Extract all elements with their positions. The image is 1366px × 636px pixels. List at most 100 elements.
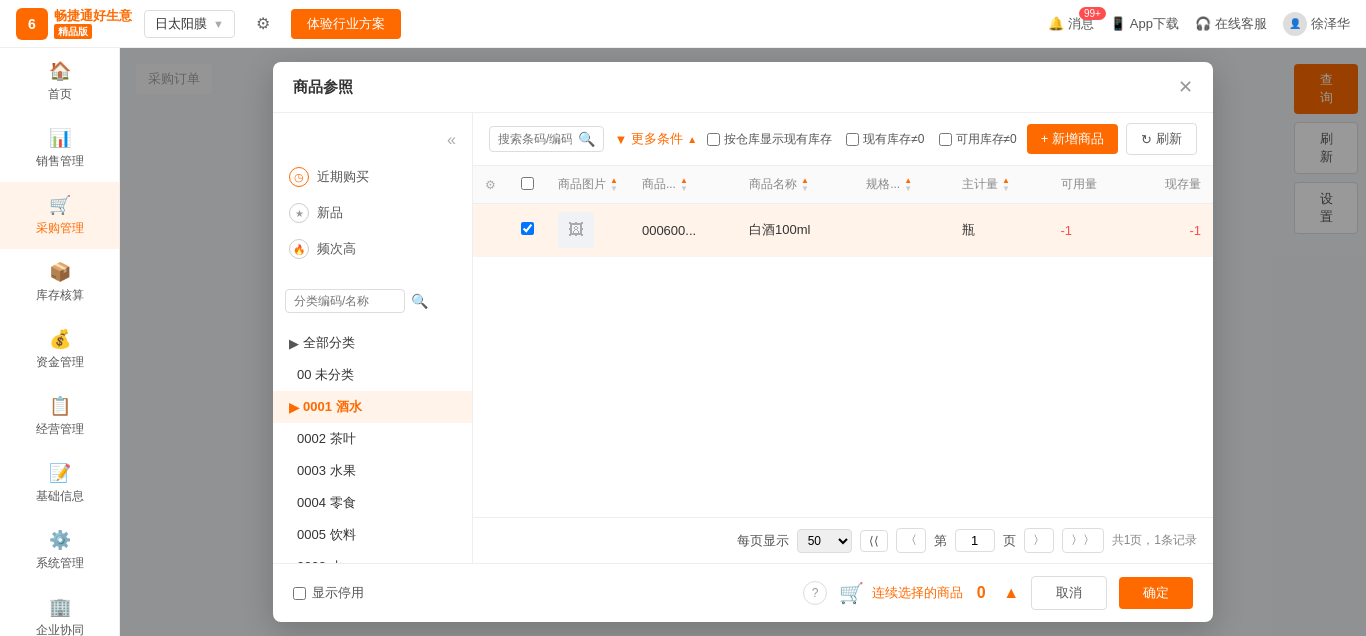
category-search-input[interactable] <box>285 289 405 313</box>
show-disabled-checkbox-label[interactable]: 显示停用 <box>293 584 364 602</box>
notif-badge: 99+ <box>1079 7 1106 20</box>
sort-arrows-unit: ▲▼ <box>1002 177 1010 193</box>
expand-icon: ▶ <box>289 336 299 351</box>
topbar: 6 畅捷通好生意 精品版 日太阳膜 ▼ ⚙ 体验行业方案 🔔 消息 99+ 📱 … <box>0 0 1366 48</box>
sidebar-item-finance[interactable]: 💰 资金管理 <box>0 316 119 383</box>
sidebar-item-inventory[interactable]: 📦 库存核算 <box>0 249 119 316</box>
row-select-checkbox[interactable] <box>521 222 534 235</box>
trial-btn[interactable]: 体验行业方案 <box>291 9 401 39</box>
sidebar-item-system[interactable]: ⚙️ 系统管理 <box>0 517 119 584</box>
row-stock: -1 <box>1131 204 1213 257</box>
download-icon: 📱 <box>1110 16 1126 31</box>
check-current-text: 现有库存≠0 <box>863 131 924 148</box>
first-page-btn[interactable]: ⟨⟨ <box>860 530 888 552</box>
notification-btn[interactable]: 🔔 消息 99+ <box>1048 15 1094 33</box>
th-code-label: 商品... <box>642 176 676 193</box>
purchase-icon: 🛒 <box>49 194 71 216</box>
left-nav-frequent[interactable]: 🔥 频次高 <box>273 231 472 267</box>
cart-area[interactable]: 🛒 连续选择的商品 0 <box>839 581 991 605</box>
category-0008[interactable]: 0008 水 <box>273 551 472 563</box>
left-nav-new-label: 新品 <box>317 204 343 222</box>
page-size-select[interactable]: 50 100 200 <box>797 529 852 553</box>
table-row[interactable]: 🖼 000600... 白酒100ml <box>473 204 1213 257</box>
sidebar-item-operation[interactable]: 📋 经营管理 <box>0 383 119 450</box>
th-name-label: 商品名称 <box>749 176 797 193</box>
logo-icon: 6 <box>16 8 48 40</box>
product-search-box: 🔍 <box>489 126 604 152</box>
category-0004[interactable]: 0004 零食 <box>273 487 472 519</box>
clock-icon: ◷ <box>294 171 304 184</box>
th-stock: 现存量 <box>1131 166 1213 204</box>
online-service-label: 在线客服 <box>1215 15 1267 33</box>
sidebar-item-home[interactable]: 🏠 首页 <box>0 48 119 115</box>
right-panel: 🔍 ▼ 更多条件 ▲ 按仓库显示现有库存 <box>473 113 1213 563</box>
sort-arrows-code: ▲▼ <box>680 177 688 193</box>
category-all[interactable]: ▶ 全部分类 <box>273 327 472 359</box>
check-available-label[interactable]: 可用库存≠0 <box>939 131 1017 148</box>
th-unit-label: 主计量 <box>962 176 998 193</box>
app-download-label: App下载 <box>1130 15 1179 33</box>
modal-close-btn[interactable]: ✕ <box>1178 76 1193 98</box>
image-placeholder: 🖼 <box>568 221 584 239</box>
store-selector[interactable]: 日太阳膜 ▼ <box>144 10 235 38</box>
product-search-input[interactable] <box>498 132 572 146</box>
left-nav-new[interactable]: ★ 新品 <box>273 195 472 231</box>
category-0003[interactable]: 0003 水果 <box>273 455 472 487</box>
next-page-btn[interactable]: 〉 <box>1024 528 1054 553</box>
content-area: 采购订单 查询 刷新 设置 商品参照 ✕ <box>120 48 1366 636</box>
more-filter-btn[interactable]: ▼ 更多条件 ▲ <box>614 130 697 148</box>
page-number-input[interactable] <box>955 529 995 552</box>
th-spec-label: 规格... <box>866 176 900 193</box>
prev-page-btn[interactable]: 〈 <box>896 528 926 553</box>
select-all-checkbox[interactable] <box>521 177 534 190</box>
check-available[interactable] <box>939 133 952 146</box>
category-0002[interactable]: 0002 茶叶 <box>273 423 472 455</box>
modal-overlay: 商品参照 ✕ « ◷ <box>120 48 1366 636</box>
app-download-btn[interactable]: 📱 App下载 <box>1110 15 1179 33</box>
filter-arrow: ▲ <box>687 134 697 145</box>
sidebar-item-sales[interactable]: 📊 销售管理 <box>0 115 119 182</box>
check-warehouse-label[interactable]: 按仓库显示现有库存 <box>707 131 832 148</box>
category-0005[interactable]: 0005 饮料 <box>273 519 472 551</box>
th-unit: 主计量 ▲▼ <box>950 166 1049 204</box>
th-settings[interactable]: ⚙ <box>473 166 509 204</box>
check-warehouse[interactable] <box>707 133 720 146</box>
settings-icon: ⚙ <box>485 178 496 192</box>
row-checkbox[interactable] <box>509 204 546 257</box>
cart-icon: 🛒 <box>839 581 864 605</box>
gear-button[interactable]: ⚙ <box>247 8 279 40</box>
row-available: -1 <box>1049 204 1131 257</box>
th-image-label: 商品图片 <box>558 176 606 193</box>
collapse-cart-btn[interactable]: ▲ <box>1003 584 1019 602</box>
last-page-btn[interactable]: 〉〉 <box>1062 528 1104 553</box>
filter-checkboxes: 按仓库显示现有库存 现有库存≠0 可用库存≠0 <box>707 131 1017 148</box>
category-0001[interactable]: ▶ 0001 酒水 <box>273 391 472 423</box>
filter-label: 更多条件 <box>631 130 683 148</box>
category-00[interactable]: 00 未分类 <box>273 359 472 391</box>
show-disabled-checkbox[interactable] <box>293 587 306 600</box>
left-nav-recent[interactable]: ◷ 近期购买 <box>273 159 472 195</box>
refresh-btn[interactable]: ↻ 刷新 <box>1126 123 1197 155</box>
confirm-btn[interactable]: 确定 <box>1119 577 1193 609</box>
check-current-label[interactable]: 现有库存≠0 <box>846 131 924 148</box>
enterprise-icon: 🏢 <box>49 596 71 618</box>
online-service-btn[interactable]: 🎧 在线客服 <box>1195 15 1267 33</box>
th-checkbox[interactable] <box>509 166 546 204</box>
sidebar-item-basic-info[interactable]: 📝 基础信息 <box>0 450 119 517</box>
sales-icon: 📊 <box>49 127 71 149</box>
brand-badge: 精品版 <box>54 24 92 39</box>
cancel-btn[interactable]: 取消 <box>1031 576 1107 610</box>
user-avatar[interactable]: 👤 徐泽华 <box>1283 12 1350 36</box>
check-current[interactable] <box>846 133 859 146</box>
collapse-left-btn[interactable]: « <box>439 125 464 155</box>
category-search-icon[interactable]: 🔍 <box>411 293 428 309</box>
app-logo: 6 畅捷通好生意 精品版 <box>16 8 132 40</box>
search-icon[interactable]: 🔍 <box>578 131 595 147</box>
page-total-info: 共1页，1条记录 <box>1112 532 1197 549</box>
add-product-btn[interactable]: + 新增商品 <box>1027 124 1118 154</box>
sidebar-item-purchase[interactable]: 🛒 采购管理 <box>0 182 119 249</box>
sidebar-item-enterprise[interactable]: 🏢 企业协同 <box>0 584 119 636</box>
refresh-icon: ↻ <box>1141 132 1152 147</box>
product-table-container: ⚙ 商品图片 ▲▼ <box>473 166 1213 517</box>
help-icon[interactable]: ? <box>803 581 827 605</box>
